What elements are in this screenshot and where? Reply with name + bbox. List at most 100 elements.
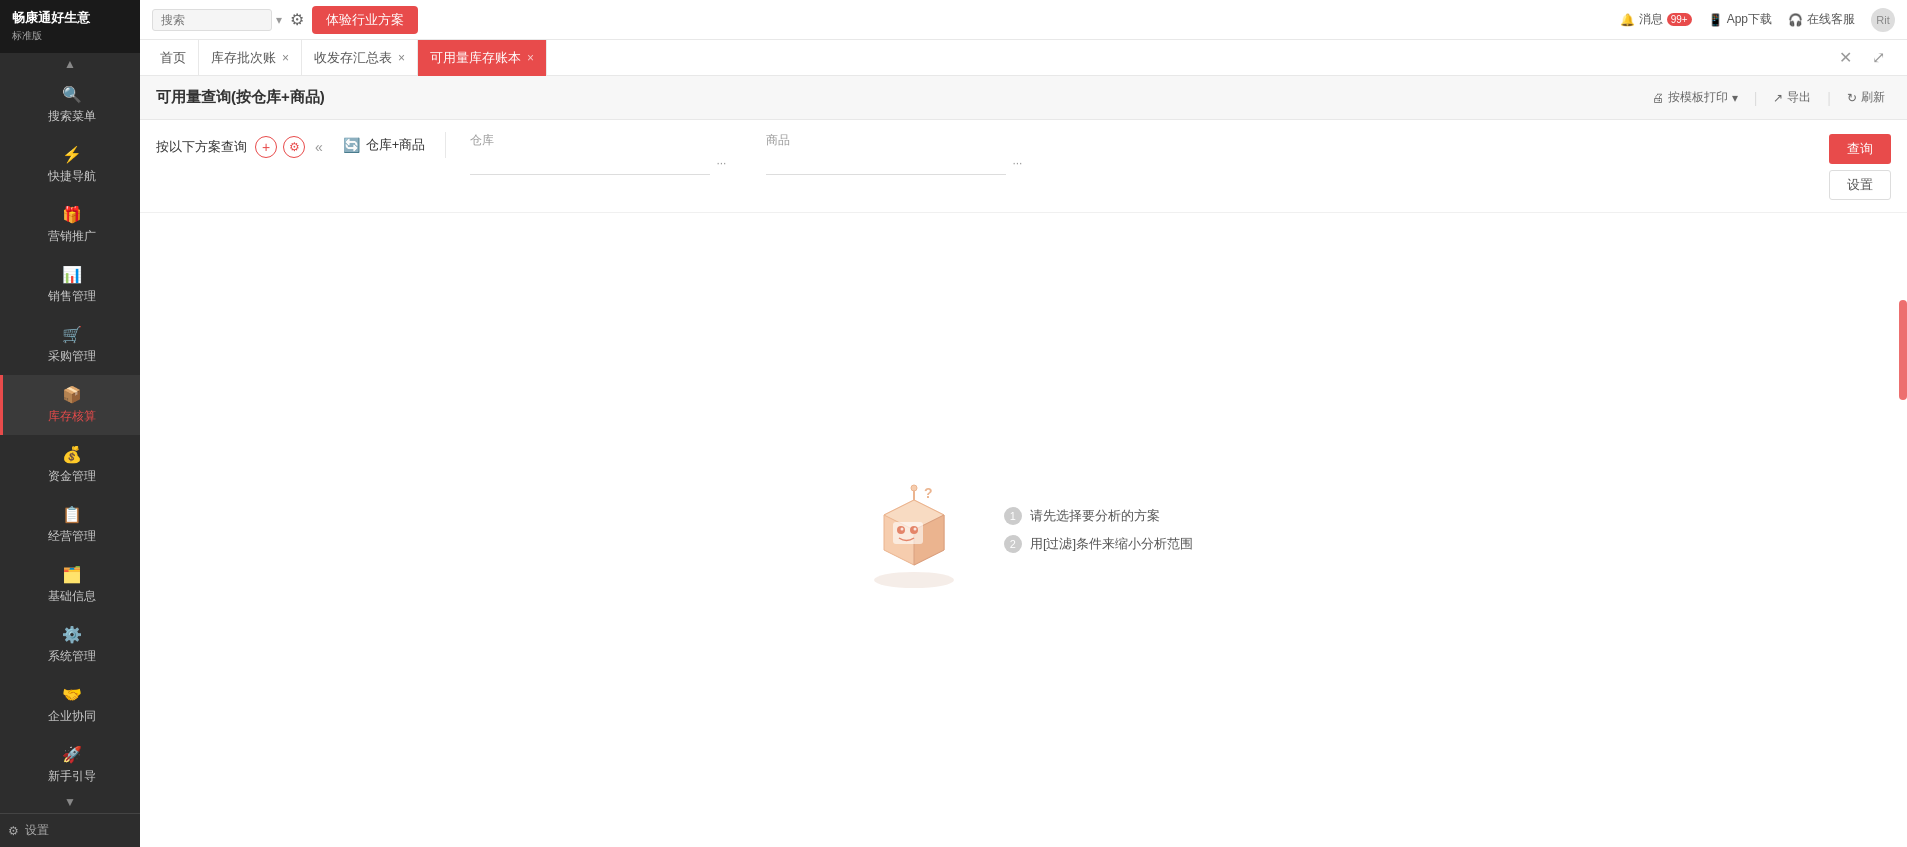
- tab-home-label: 首页: [160, 49, 186, 67]
- svg-point-11: [911, 485, 917, 491]
- filter-scheme-item[interactable]: 🔄 仓库+商品: [335, 132, 434, 158]
- handshake-icon: 🤝: [62, 685, 82, 704]
- tab-collect-summary[interactable]: 收发存汇总表 ×: [302, 40, 418, 76]
- sidebar-nav: 🔍 搜索菜单 ⚡ 快捷导航 🎁 营销推广 📊 销售管理 🛒 采购管理 📦 库存核…: [0, 75, 140, 791]
- print-dropdown-icon: ▾: [1732, 91, 1738, 105]
- separator-1: |: [1754, 90, 1758, 106]
- tab-available-ledger-close[interactable]: ×: [527, 51, 534, 65]
- step-1-text: 请先选择要分析的方案: [1030, 507, 1160, 525]
- query-button[interactable]: 查询: [1829, 134, 1891, 164]
- filter-scheme-label: 仓库+商品: [366, 136, 426, 154]
- customer-service-button[interactable]: 🎧 在线客服: [1788, 11, 1855, 28]
- tab-available-ledger-label: 可用量库存账本: [430, 49, 521, 67]
- sidebar-item-finance[interactable]: 💰 资金管理: [0, 435, 140, 495]
- product-more-button[interactable]: ···: [1010, 156, 1024, 170]
- settings-button[interactable]: 设置: [1829, 170, 1891, 200]
- sidebar-bottom[interactable]: ⚙ 设置: [0, 813, 140, 847]
- cart-icon: 🛒: [62, 325, 82, 344]
- filter-label: 按以下方案查询: [156, 132, 247, 156]
- tab-close-all-button[interactable]: ✕: [1833, 46, 1858, 69]
- filter-add-button[interactable]: +: [255, 136, 277, 158]
- sidebar-scroll-down[interactable]: ▼: [0, 791, 140, 813]
- sidebar-item-system[interactable]: ⚙️ 系统管理: [0, 615, 140, 675]
- sidebar-item-operation[interactable]: 📋 经营管理: [0, 495, 140, 555]
- tab-expand-button[interactable]: ⤢: [1866, 46, 1891, 69]
- sidebar-item-inventory[interactable]: 📦 库存核算: [0, 375, 140, 435]
- sidebar-scroll-up[interactable]: ▲: [0, 53, 140, 75]
- svg-point-0: [874, 572, 954, 588]
- empty-state: ? 1 请先选择要分析的方案 2 用[过滤]条件来缩小分析范围: [140, 213, 1907, 847]
- refresh-label: 刷新: [1861, 89, 1885, 106]
- refresh-icon: ↻: [1847, 91, 1857, 105]
- tab-batch-ledger[interactable]: 库存批次账 ×: [199, 40, 302, 76]
- sidebar-item-guide[interactable]: 🚀 新手引导: [0, 735, 140, 791]
- tab-collect-summary-label: 收发存汇总表: [314, 49, 392, 67]
- inventory-icon: 📦: [62, 385, 82, 404]
- sidebar-item-marketing[interactable]: 🎁 营销推广: [0, 195, 140, 255]
- app-download-button[interactable]: 📱 App下载: [1708, 11, 1772, 28]
- trial-industry-button[interactable]: 体验行业方案: [312, 6, 418, 34]
- tabs-right-actions: ✕ ⤢: [1833, 46, 1899, 69]
- export-label: 导出: [1787, 89, 1811, 106]
- tab-batch-ledger-close[interactable]: ×: [282, 51, 289, 65]
- filter-right-actions: 查询 设置: [1829, 132, 1891, 200]
- filter-area: 按以下方案查询 + ⚙ « 🔄 仓库+商品 仓库: [140, 120, 1907, 213]
- sidebar-item-sales[interactable]: 📊 销售管理: [0, 255, 140, 315]
- message-button[interactable]: 🔔 消息 99+: [1620, 11, 1692, 28]
- svg-point-8: [913, 528, 916, 531]
- right-scrollbar[interactable]: [1899, 300, 1907, 400]
- chevron-down-icon: ▾: [276, 13, 282, 27]
- user-name-short: Rit: [1876, 14, 1889, 26]
- template-print-button[interactable]: 🖨 按模板打印 ▾: [1646, 86, 1744, 109]
- clipboard-icon: 📋: [62, 505, 82, 524]
- page-title: 可用量查询(按仓库+商品): [156, 88, 325, 107]
- tab-available-ledger[interactable]: 可用量库存账本 ×: [418, 40, 547, 76]
- filter-scheme-list: 🔄 仓库+商品: [335, 132, 434, 158]
- filter-collapse-button[interactable]: «: [311, 137, 327, 157]
- cube-svg: ?: [859, 470, 969, 590]
- sidebar-item-basic[interactable]: 🗂️ 基础信息: [0, 555, 140, 615]
- message-badge: 99+: [1667, 13, 1692, 26]
- warehouse-input[interactable]: [470, 151, 710, 175]
- step-2-num: 2: [1004, 535, 1022, 553]
- sidebar-item-shortcut[interactable]: ⚡ 快捷导航: [0, 135, 140, 195]
- export-button[interactable]: ↗ 导出: [1767, 86, 1817, 109]
- empty-text-list: 1 请先选择要分析的方案 2 用[过滤]条件来缩小分析范围: [1004, 507, 1193, 553]
- breadcrumb-input[interactable]: [152, 9, 272, 31]
- header-gear-button[interactable]: ⚙: [286, 6, 308, 33]
- user-profile-button[interactable]: Rit: [1871, 8, 1895, 32]
- phone-icon: 📱: [1708, 13, 1723, 27]
- filter-field-product: 商品 ···: [766, 132, 1046, 175]
- page-title-bar: 可用量查询(按仓库+商品) 🖨 按模板打印 ▾ | ↗ 导出 | ↻ 刷新: [140, 76, 1907, 120]
- top-header: ▾ ⚙ 体验行业方案 🔔 消息 99+ 📱 App下载 🎧 在线客服 Rit: [140, 0, 1907, 40]
- print-icon: 🖨: [1652, 91, 1664, 105]
- filter-right-fields: 仓库 ··· 商品 ···: [470, 132, 1809, 175]
- tab-collect-summary-close[interactable]: ×: [398, 51, 405, 65]
- folder-icon: 🗂️: [62, 565, 82, 584]
- tab-home[interactable]: 首页: [148, 40, 199, 76]
- product-input[interactable]: [766, 151, 1006, 175]
- warehouse-field-input-row: ···: [470, 151, 750, 175]
- app-badge: 标准版: [12, 29, 42, 43]
- filter-settings-button[interactable]: ⚙: [283, 136, 305, 158]
- empty-step-1: 1 请先选择要分析的方案: [1004, 507, 1193, 525]
- page-title-actions: 🖨 按模板打印 ▾ | ↗ 导出 | ↻ 刷新: [1646, 86, 1891, 109]
- filter-actions: + ⚙ «: [255, 132, 327, 158]
- money-icon: 💰: [62, 445, 82, 464]
- sidebar-item-label: 搜索菜单: [48, 108, 96, 125]
- gear-icon: ⚙️: [62, 625, 82, 644]
- app-download-label: App下载: [1727, 11, 1772, 28]
- warehouse-more-button[interactable]: ···: [714, 156, 728, 170]
- sidebar-item-corp[interactable]: 🤝 企业协同: [0, 675, 140, 735]
- sidebar-item-purchase[interactable]: 🛒 采购管理: [0, 315, 140, 375]
- rocket-icon: 🚀: [62, 745, 82, 764]
- refresh-button[interactable]: ↻ 刷新: [1841, 86, 1891, 109]
- header-right: 🔔 消息 99+ 📱 App下载 🎧 在线客服 Rit: [1620, 8, 1895, 32]
- filter-field-warehouse: 仓库 ···: [470, 132, 750, 175]
- breadcrumb-area: ▾ ⚙ 体验行业方案: [152, 6, 1612, 34]
- gift-icon: 🎁: [62, 205, 82, 224]
- customer-service-label: 在线客服: [1807, 11, 1855, 28]
- scheme-icon: 🔄: [343, 137, 360, 153]
- sidebar-item-search[interactable]: 🔍 搜索菜单: [0, 75, 140, 135]
- product-field-label: 商品: [766, 132, 1046, 149]
